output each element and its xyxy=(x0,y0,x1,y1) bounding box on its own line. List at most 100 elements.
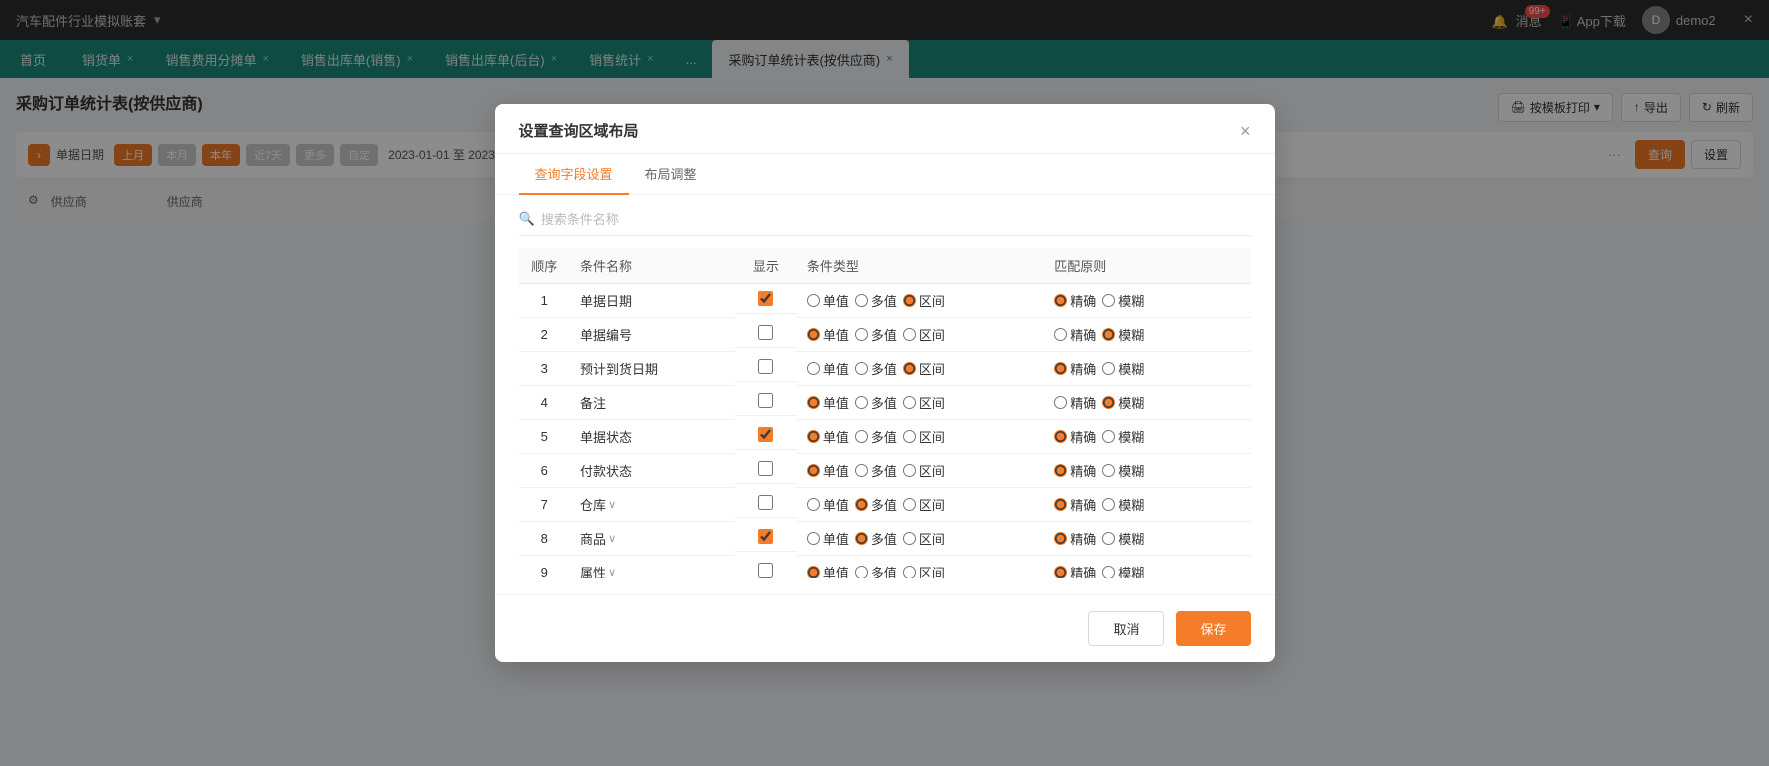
match-exact-opt[interactable]: 精确 xyxy=(1054,495,1096,514)
match-fuzzy-opt[interactable]: 模糊 xyxy=(1102,495,1144,514)
type-cell: 单值 多值 区间 xyxy=(797,318,1044,352)
seq-cell: 6 xyxy=(519,454,571,488)
search-input[interactable] xyxy=(541,212,741,227)
expand-icon: ∨ xyxy=(608,532,616,545)
seq-cell: 7 xyxy=(519,488,571,522)
match-fuzzy-opt[interactable]: 模糊 xyxy=(1102,461,1144,480)
match-exact-opt[interactable]: 精确 xyxy=(1054,359,1096,378)
type-multi-opt[interactable]: 多值 xyxy=(855,427,897,446)
match-radio-group: 精确 模糊 xyxy=(1054,291,1240,310)
dialog-close-button[interactable]: × xyxy=(1240,122,1251,152)
dialog-tabs: 查询字段设置 布局调整 xyxy=(495,154,1275,195)
display-checkbox[interactable] xyxy=(758,461,773,476)
display-cell[interactable] xyxy=(735,454,797,484)
match-fuzzy-opt[interactable]: 模糊 xyxy=(1102,291,1144,310)
match-fuzzy-opt[interactable]: 模糊 xyxy=(1102,427,1144,446)
name-cell: 付款状态 xyxy=(570,454,735,488)
type-cell: 单值 多值 区间 xyxy=(797,488,1044,522)
tab-layout-adjust[interactable]: 布局调整 xyxy=(629,154,713,195)
display-checkbox[interactable] xyxy=(758,495,773,510)
match-cell: 精确 模糊 xyxy=(1044,352,1250,386)
display-cell[interactable] xyxy=(735,386,797,416)
match-fuzzy-opt[interactable]: 模糊 xyxy=(1102,563,1144,578)
type-multi-opt[interactable]: 多值 xyxy=(855,495,897,514)
display-cell[interactable] xyxy=(735,488,797,518)
type-range-opt[interactable]: 区间 xyxy=(903,529,945,548)
match-fuzzy-opt[interactable]: 模糊 xyxy=(1102,393,1144,412)
match-cell: 精确 模糊 xyxy=(1044,522,1250,556)
type-multi-opt[interactable]: 多值 xyxy=(855,359,897,378)
expand-icon: ∨ xyxy=(608,498,616,511)
type-range-opt[interactable]: 区间 xyxy=(903,325,945,344)
match-cell: 精确 模糊 xyxy=(1044,386,1250,420)
match-cell: 精确 模糊 xyxy=(1044,454,1250,488)
match-exact-opt[interactable]: 精确 xyxy=(1054,461,1096,480)
display-checkbox[interactable] xyxy=(758,291,773,306)
display-checkbox[interactable] xyxy=(758,563,773,578)
search-icon: 🔍 xyxy=(519,211,535,227)
display-checkbox[interactable] xyxy=(758,325,773,340)
match-fuzzy-opt[interactable]: 模糊 xyxy=(1102,359,1144,378)
type-multi-opt[interactable]: 多值 xyxy=(855,563,897,578)
type-radio-group: 单值 多值 区间 xyxy=(807,291,1034,310)
type-single-opt[interactable]: 单值 xyxy=(807,359,849,378)
table-row: 1 单据日期 单值 多值 区间 xyxy=(519,284,1251,318)
match-cell: 精确 模糊 xyxy=(1044,420,1250,454)
dialog-body: 🔍 顺序 条件名称 显示 条件类型 匹配原则 xyxy=(495,195,1275,594)
type-range-opt[interactable]: 区间 xyxy=(903,563,945,578)
type-multi-opt[interactable]: 多值 xyxy=(855,461,897,480)
dialog-header: 设置查询区域布局 × xyxy=(495,104,1275,154)
type-multi-opt[interactable]: 多值 xyxy=(855,393,897,412)
type-multi-opt[interactable]: 多值 xyxy=(855,325,897,344)
type-single-opt[interactable]: 单值 xyxy=(807,325,849,344)
conditions-table: 顺序 条件名称 显示 条件类型 匹配原则 1 单据日期 xyxy=(519,248,1251,578)
match-exact-opt[interactable]: 精确 xyxy=(1054,393,1096,412)
dialog-overlay: 设置查询区域布局 × 查询字段设置 布局调整 🔍 xyxy=(0,0,1769,766)
type-range-opt[interactable]: 区间 xyxy=(903,393,945,412)
type-single-opt[interactable]: 单值 xyxy=(807,529,849,548)
match-exact-opt[interactable]: 精确 xyxy=(1054,529,1096,548)
display-checkbox[interactable] xyxy=(758,359,773,374)
table-row: 5 单据状态 单值 多值 区间 xyxy=(519,420,1251,454)
match-fuzzy-opt[interactable]: 模糊 xyxy=(1102,325,1144,344)
dialog-title: 设置查询区域布局 xyxy=(519,120,639,153)
display-checkbox[interactable] xyxy=(758,529,773,544)
type-single-opt[interactable]: 单值 xyxy=(807,495,849,514)
display-cell[interactable] xyxy=(735,556,797,579)
type-range-opt[interactable]: 区间 xyxy=(903,359,945,378)
match-exact-opt[interactable]: 精确 xyxy=(1054,427,1096,446)
type-multi-opt[interactable]: 多值 xyxy=(855,291,897,310)
cancel-button[interactable]: 取消 xyxy=(1088,611,1164,646)
type-single-opt[interactable]: 单值 xyxy=(807,393,849,412)
type-cell: 单值 多值 区间 xyxy=(797,284,1044,318)
table-row: 6 付款状态 单值 多值 区间 xyxy=(519,454,1251,488)
type-single-opt[interactable]: 单值 xyxy=(807,563,849,578)
display-cell[interactable] xyxy=(735,352,797,382)
display-cell[interactable] xyxy=(735,522,797,552)
type-range-opt[interactable]: 区间 xyxy=(903,291,945,310)
name-cell: 备注 xyxy=(570,386,735,420)
seq-cell: 4 xyxy=(519,386,571,420)
seq-cell: 5 xyxy=(519,420,571,454)
tab-query-fields[interactable]: 查询字段设置 xyxy=(519,154,629,195)
match-exact-opt[interactable]: 精确 xyxy=(1054,291,1096,310)
type-single-opt[interactable]: 单值 xyxy=(807,291,849,310)
display-checkbox[interactable] xyxy=(758,427,773,442)
type-range-opt[interactable]: 区间 xyxy=(903,495,945,514)
type-range-opt[interactable]: 区间 xyxy=(903,427,945,446)
match-fuzzy-opt[interactable]: 模糊 xyxy=(1102,529,1144,548)
type-cell: 单值 多值 区间 xyxy=(797,352,1044,386)
display-cell[interactable] xyxy=(735,284,797,314)
match-exact-opt[interactable]: 精确 xyxy=(1054,563,1096,578)
display-cell[interactable] xyxy=(735,318,797,348)
match-exact-opt[interactable]: 精确 xyxy=(1054,325,1096,344)
type-single-opt[interactable]: 单值 xyxy=(807,461,849,480)
conditions-table-scroll[interactable]: 顺序 条件名称 显示 条件类型 匹配原则 1 单据日期 xyxy=(519,248,1251,578)
type-range-opt[interactable]: 区间 xyxy=(903,461,945,480)
type-single-opt[interactable]: 单值 xyxy=(807,427,849,446)
type-multi-opt[interactable]: 多值 xyxy=(855,529,897,548)
save-button[interactable]: 保存 xyxy=(1176,611,1250,646)
table-row: 7 仓库 ∨ 单值 多值 区间 xyxy=(519,488,1251,522)
display-cell[interactable] xyxy=(735,420,797,450)
display-checkbox[interactable] xyxy=(758,393,773,408)
